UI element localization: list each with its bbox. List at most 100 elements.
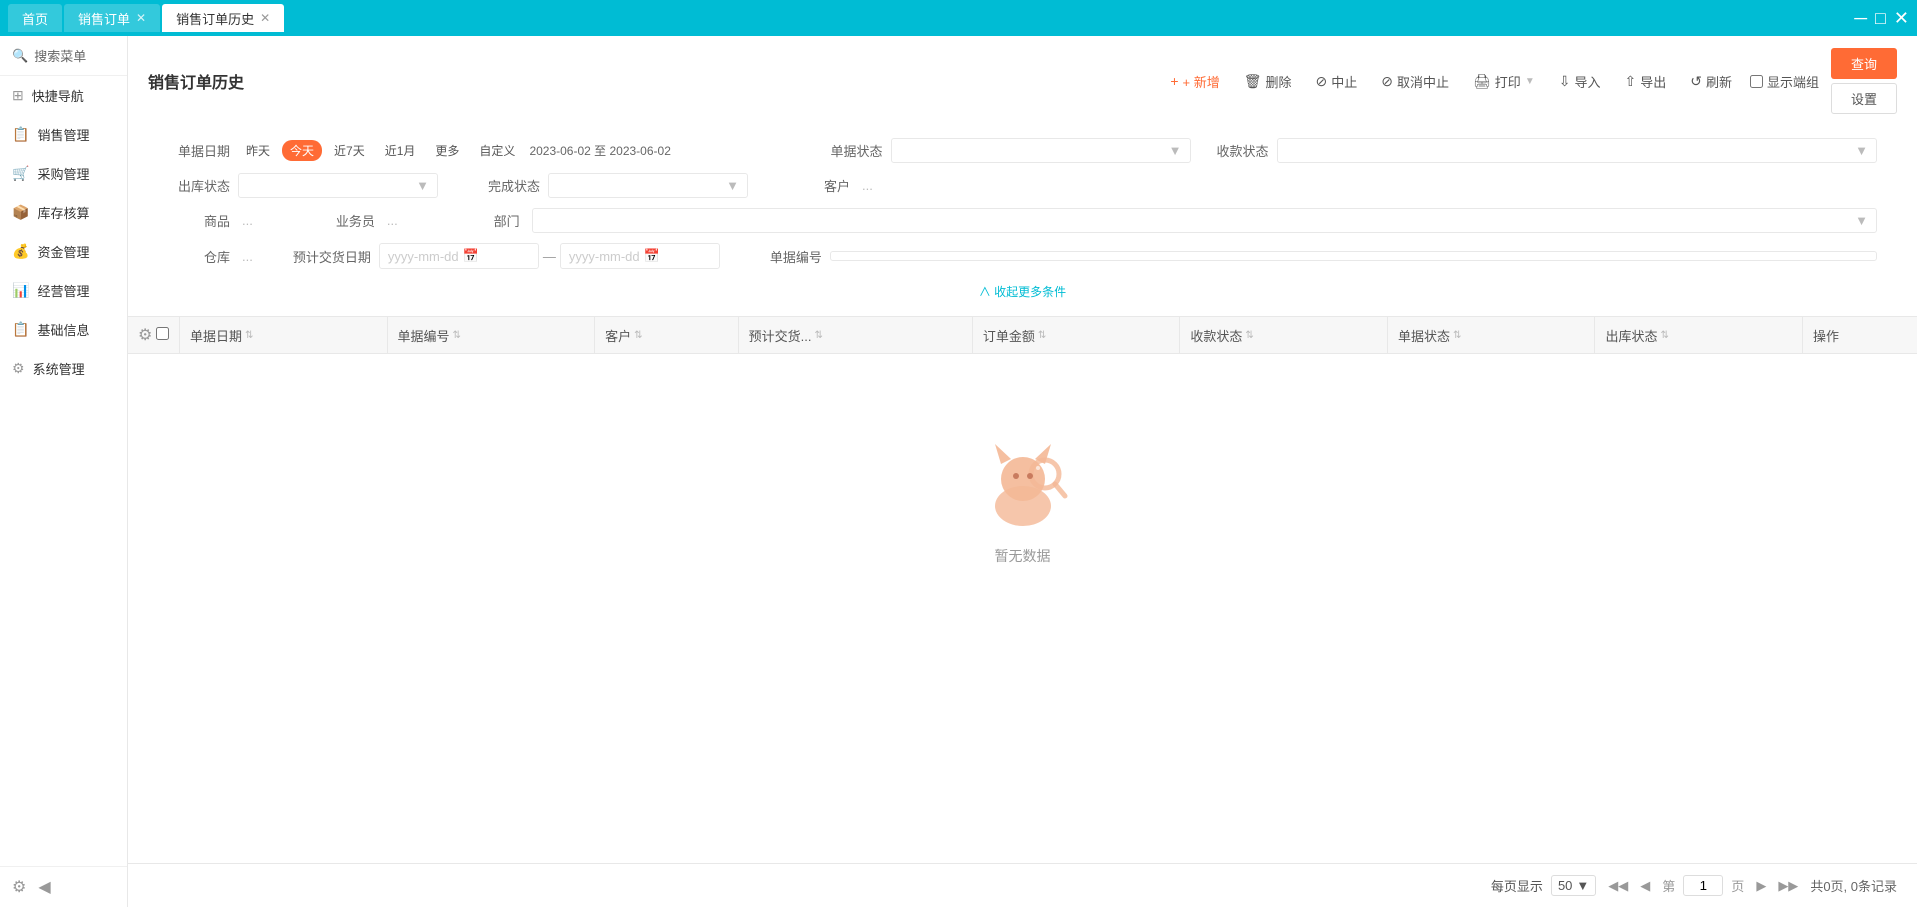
delete-button[interactable]: 🗑 删除 — [1238, 68, 1298, 95]
payment-status-select[interactable]: ▼ — [1277, 138, 1878, 163]
date-tab-today[interactable]: 今天 — [282, 140, 322, 161]
th-payment-sort-icon[interactable]: ⇅ — [1245, 330, 1253, 341]
close-window-icon[interactable]: ✕ — [1894, 8, 1909, 29]
tab-home-label: 首页 — [22, 9, 48, 28]
sidebar-item-basic-info[interactable]: 📋 基础信息 — [0, 310, 127, 349]
sidebar-bottom: ⚙ ◀ — [0, 866, 127, 907]
sidebar-item-fund-mgmt[interactable]: 💰 资金管理 — [0, 232, 127, 271]
th-customer-sort-icon[interactable]: ⇅ — [634, 330, 642, 341]
sidebar-item-sales-mgmt-label: 销售管理 — [37, 125, 89, 144]
sidebar-item-system-mgmt[interactable]: ⚙ 系统管理 — [0, 349, 127, 388]
total-info: 共0页, 0条记录 — [1810, 876, 1897, 895]
print-arrow-icon: ▼ — [1525, 76, 1535, 87]
print-button[interactable]: 🖨 打印 ▼ — [1467, 68, 1541, 95]
table-header: ⚙ 单据日期 ⇅ 单据编号 ⇅ — [128, 317, 1917, 354]
calendar-to-icon[interactable]: 📅 — [644, 248, 660, 264]
export-button[interactable]: ⇧ 导出 — [1618, 68, 1672, 95]
sales-mgmt-icon: 📋 — [12, 126, 29, 143]
warehouse-dots[interactable]: ... — [242, 249, 253, 264]
th-amount-sort-icon[interactable]: ⇅ — [1038, 330, 1046, 341]
th-order-sort-icon[interactable]: ⇅ — [1453, 330, 1461, 341]
th-no-sort-icon[interactable]: ⇅ — [453, 330, 461, 341]
th-delivery-sort-icon[interactable]: ⇅ — [815, 330, 823, 341]
table-settings-button[interactable]: ⚙ — [138, 325, 152, 345]
select-all-checkbox[interactable] — [156, 327, 169, 340]
search-icon: 🔍 — [12, 48, 28, 64]
order-status-select[interactable]: ▼ — [891, 138, 1191, 163]
tab-sales-order-history[interactable]: 销售订单历史 ✕ — [162, 4, 284, 32]
setting-button[interactable]: 设置 — [1831, 83, 1897, 114]
sidebar-item-ops-mgmt[interactable]: 📊 经营管理 — [0, 271, 127, 310]
system-icon: ⚙ — [12, 360, 25, 377]
sidebar-item-inventory-calc[interactable]: 📦 库存核算 — [0, 193, 127, 232]
sidebar-item-sales-mgmt[interactable]: 📋 销售管理 — [0, 115, 127, 154]
tab-sales-order-history-close[interactable]: ✕ — [260, 11, 270, 25]
date-tab-custom[interactable]: 自定义 — [471, 140, 523, 161]
warehouse-label: 仓库 — [168, 247, 238, 266]
th-payment-status: 收款状态 ⇅ — [1180, 317, 1388, 354]
empty-image — [973, 434, 1073, 534]
filter-row-4: 仓库 ... 预计交货日期 yyyy-mm-dd 📅 — yyyy-mm-dd … — [168, 243, 1877, 269]
date-tab-more[interactable]: 更多 — [427, 140, 467, 161]
th-date-sort-icon[interactable]: ⇅ — [245, 330, 253, 341]
minimize-icon[interactable]: ─ — [1854, 8, 1867, 29]
date-tab-1month[interactable]: 近1月 — [377, 140, 424, 161]
display-cols-checkbox[interactable]: 显示端组 — [1750, 72, 1819, 91]
delivery-date-to-wrap[interactable]: yyyy-mm-dd 📅 — [560, 243, 720, 269]
goods-dots[interactable]: ... — [242, 213, 253, 228]
page-unit: 页 — [1727, 874, 1748, 897]
th-date: 单据日期 ⇅ — [179, 317, 387, 354]
import-icon: ⇩ — [1559, 73, 1571, 90]
stop-button[interactable]: ⊘ 中止 — [1310, 68, 1364, 95]
delivery-date-from-wrap[interactable]: yyyy-mm-dd 📅 — [379, 243, 539, 269]
department-select[interactable]: ▼ — [532, 208, 1877, 233]
sidebar-search[interactable]: 🔍 搜索菜单 — [0, 36, 127, 76]
prev-page-button[interactable]: ◀ — [1636, 876, 1654, 896]
last-page-button[interactable]: ▶▶ — [1774, 876, 1802, 896]
th-warehouse-sort-icon[interactable]: ⇅ — [1661, 330, 1669, 341]
filter-row-1: 单据日期 昨天 今天 近7天 近1月 更多 自定义 2023-06-02 至 2… — [168, 138, 1877, 163]
pagination: 每页显示 50 ▼ ◀◀ ◀ 第 页 ▶ ▶▶ 共0页, 0条记录 — [128, 863, 1917, 907]
date-range-display: 2023-06-02 至 2023-06-02 — [529, 142, 670, 159]
refresh-button[interactable]: ↺ 刷新 — [1684, 68, 1738, 95]
complete-status-arrow-icon: ▼ — [726, 178, 739, 193]
tab-home[interactable]: 首页 — [8, 4, 62, 32]
export-icon: ⇧ — [1624, 73, 1636, 90]
new-button[interactable]: + + 新增 — [1164, 68, 1225, 95]
tab-sales-order-close[interactable]: ✕ — [136, 11, 146, 25]
page-size-select[interactable]: 50 ▼ — [1551, 875, 1596, 896]
filter-row-3: 商品 ... 业务员 ... 部门 ▼ — [168, 208, 1877, 233]
payment-status-arrow-icon: ▼ — [1855, 143, 1868, 158]
sidebar-collapse-icon[interactable]: ◀ — [38, 877, 50, 897]
delivery-date-from: yyyy-mm-dd — [388, 249, 459, 264]
page-label: 第 — [1658, 874, 1679, 897]
page-number-input[interactable] — [1683, 875, 1723, 896]
table-body: 暂无数据 — [128, 354, 1917, 647]
new-icon: + — [1170, 73, 1178, 89]
import-button[interactable]: ⇩ 导入 — [1553, 68, 1607, 95]
date-tab-7days[interactable]: 近7天 — [326, 140, 373, 161]
cancel-stop-button[interactable]: ⊘ 取消中止 — [1375, 68, 1455, 95]
display-cols-input[interactable] — [1750, 75, 1763, 88]
sidebar-item-purchase-mgmt[interactable]: 🛒 采购管理 — [0, 154, 127, 193]
complete-status-select[interactable]: ▼ — [548, 173, 748, 198]
query-button[interactable]: 查询 — [1831, 48, 1897, 79]
warehouse-status-select[interactable]: ▼ — [238, 173, 438, 198]
salesperson-dots[interactable]: ... — [387, 213, 398, 228]
tab-sales-order[interactable]: 销售订单 ✕ — [64, 4, 160, 32]
order-no-input[interactable] — [830, 251, 1877, 261]
first-page-button[interactable]: ◀◀ — [1604, 876, 1632, 896]
sidebar-item-quick-nav[interactable]: ⊞ 快捷导航 — [0, 76, 127, 115]
main-layout: 🔍 搜索菜单 ⊞ 快捷导航 📋 销售管理 🛒 采购管理 📦 库存核算 💰 资金管… — [0, 36, 1917, 907]
date-tab-yesterday[interactable]: 昨天 — [238, 140, 278, 161]
next-page-button[interactable]: ▶ — [1752, 876, 1770, 896]
th-delivery: 预计交货... ⇅ — [738, 317, 972, 354]
calendar-from-icon[interactable]: 📅 — [463, 248, 479, 264]
customer-dots[interactable]: ... — [862, 178, 873, 193]
collapse-label: 收起更多条件 — [994, 285, 1066, 299]
sidebar-item-basic-info-label: 基础信息 — [37, 320, 89, 339]
maximize-icon[interactable]: □ — [1875, 8, 1886, 29]
top-bar: 首页 销售订单 ✕ 销售订单历史 ✕ ─ □ ✕ — [0, 0, 1917, 36]
collapse-row[interactable]: ∧ 收起更多条件 — [168, 279, 1877, 304]
sidebar-settings-icon[interactable]: ⚙ — [12, 877, 26, 897]
